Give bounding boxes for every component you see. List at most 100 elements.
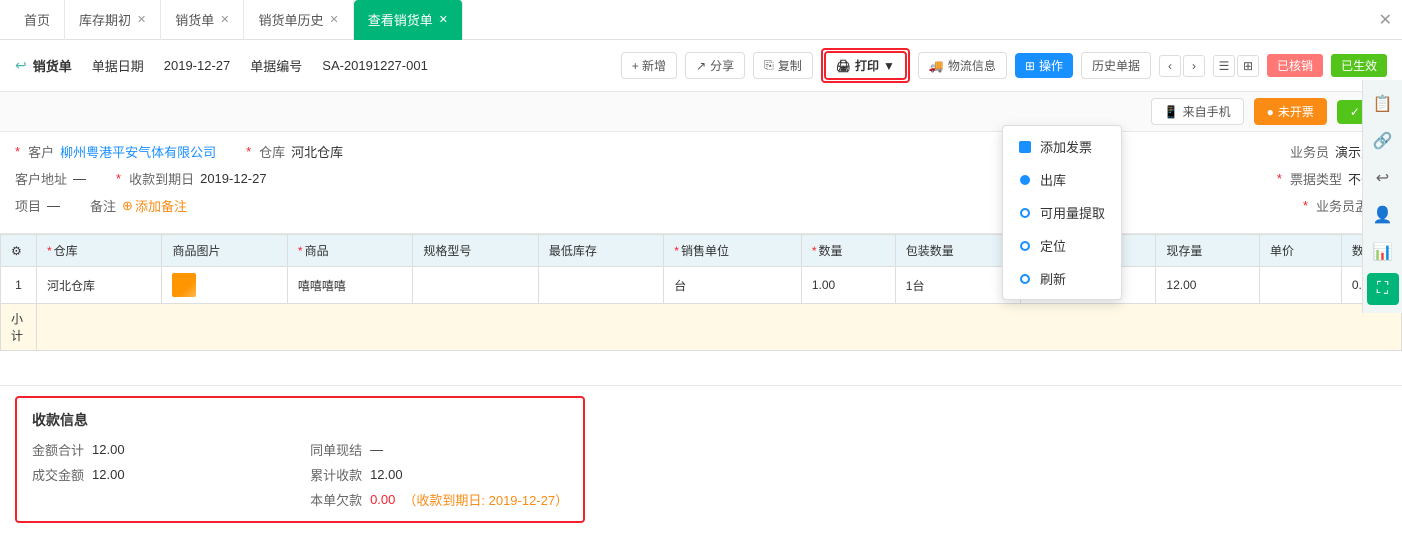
due-date-field: * 收款到期日 2019-12-27 [116, 169, 267, 188]
cumulative-row: 累计收款 12.00 [310, 465, 568, 484]
view-toggle: ☰ ⊞ [1213, 55, 1259, 77]
row-warehouse: 河北仓库 [37, 267, 162, 304]
tab-sales-close[interactable]: ✕ [220, 13, 229, 26]
add-invoice-item[interactable]: 添加发票 [1003, 130, 1121, 163]
total-row: 金额合计 12.00 [32, 440, 290, 459]
refresh-item[interactable]: 刷新 [1003, 262, 1121, 295]
tab-inventory-close[interactable]: ✕ [137, 13, 146, 26]
locate-icon [1018, 239, 1032, 253]
data-table: ⚙ *仓库 商品图片 *商品 规格型号 最低库存 *销售单位 *数量 包装数量 … [0, 234, 1402, 351]
transaction-row: 成交金额 12.00 [32, 465, 290, 484]
print-arrow: ▼ [883, 59, 895, 73]
subtotal-row: 小计 [1, 304, 1402, 351]
transaction-value: 12.00 [92, 467, 125, 482]
sidebar-icon-1[interactable]: 📋 [1367, 88, 1399, 120]
invoice-icon: ● [1267, 105, 1274, 119]
tab-view-sales[interactable]: 查看销货单 ✕ [354, 0, 463, 40]
doc-header: ↩ 销货单 单据日期 2019-12-27 单据编号 SA-20191227-0… [0, 40, 1402, 92]
settlement-value: — [370, 442, 383, 457]
current-due-value: 0.00 [370, 492, 395, 507]
note-label: 备注 [90, 196, 116, 215]
staff2-label: 业务员盂 [1316, 196, 1368, 215]
current-due-row: 本单欠款 0.00 （收款到期日: 2019-12-27） [310, 490, 568, 509]
col-current-stock: 现存量 [1156, 235, 1260, 267]
not-open-btn[interactable]: ● 未开票 [1254, 98, 1327, 125]
tab-sales-label: 销货单 [175, 10, 214, 29]
tab-sales-history[interactable]: 销货单历史 ✕ [244, 0, 353, 40]
sidebar-icon-6[interactable]: ⛶ [1367, 273, 1399, 305]
date-value: 2019-12-27 [164, 58, 231, 73]
warehouse-field: * 仓库 河北仓库 [246, 142, 343, 161]
number-label: 单据编号 [250, 56, 302, 75]
grid-view-btn[interactable]: ⊞ [1237, 55, 1259, 77]
sold-badge[interactable]: 已核销 [1267, 54, 1323, 77]
phone-icon: 📱 [1164, 105, 1179, 119]
cumulative-label: 累计收款 [310, 465, 362, 484]
total-value: 12.00 [92, 442, 125, 457]
ticket-label: 票据类型 [1290, 169, 1342, 188]
history-button[interactable]: 历史单据 [1081, 52, 1151, 79]
settlement-label: 同单现结 [310, 440, 362, 459]
list-view-btn[interactable]: ☰ [1213, 55, 1235, 77]
row-spec [413, 267, 538, 304]
print-button[interactable]: 🖨 打印 ▼ [824, 51, 907, 80]
tab-sales-order[interactable]: 销货单 ✕ [161, 0, 244, 40]
address-field: 客户地址 — [15, 169, 86, 188]
tab-home[interactable]: 首页 [10, 0, 65, 40]
col-sales-unit: *销售单位 [664, 235, 802, 267]
next-arrow[interactable]: › [1183, 55, 1205, 77]
sidebar-icon-5[interactable]: 📊 [1367, 236, 1399, 268]
prev-arrow[interactable]: ‹ [1159, 55, 1181, 77]
outbound-label: 出库 [1040, 170, 1066, 189]
due-date-value: 2019-12-27 [200, 171, 267, 186]
available-extract-label: 可用量提取 [1040, 203, 1105, 222]
share-icon: ↗ [696, 59, 706, 73]
form-section: * 客户 柳州粤港平安气体有限公司 * 仓库 河北仓库 业务员 演示账号 客户地… [0, 132, 1402, 234]
tab-history-close[interactable]: ✕ [330, 13, 339, 26]
tab-history-label: 销货单历史 [258, 10, 323, 29]
operations-button[interactable]: ⊞ 操作 [1015, 53, 1073, 78]
tab-inventory-init[interactable]: 库存期初 ✕ [65, 0, 161, 40]
warehouse-value: 河北仓库 [291, 142, 343, 161]
tab-view-close[interactable]: ✕ [439, 13, 448, 26]
share-button[interactable]: ↗ 分享 [685, 52, 745, 79]
customer-field: * 客户 柳州粤港平安气体有限公司 [15, 142, 216, 161]
customer-value[interactable]: 柳州粤港平安气体有限公司 [60, 142, 216, 161]
check-icon: ✓ [1350, 105, 1360, 119]
form-row-2: 客户地址 — * 收款到期日 2019-12-27 * 票据类型 不开票 [15, 169, 1387, 188]
plus-icon: ⊕ [122, 198, 133, 214]
outbound-item[interactable]: 出库 [1003, 163, 1121, 196]
toolbar-row: 📱 来自手机 ● 未开票 ✓ ✓ [0, 92, 1402, 132]
add-note-btn[interactable]: ⊕ 添加备注 [122, 196, 187, 215]
warehouse-required: * [246, 144, 251, 159]
window-close-button[interactable]: ✕ [1379, 10, 1392, 30]
customer-required: * [15, 144, 20, 159]
warehouse-label: 仓库 [259, 142, 285, 161]
subtotal-label: 小计 [1, 304, 37, 351]
table-section: ⚙ *仓库 商品图片 *商品 规格型号 最低库存 *销售单位 *数量 包装数量 … [0, 234, 1402, 385]
staff2-required: * [1303, 198, 1308, 213]
sidebar-icon-3[interactable]: ↩ [1367, 162, 1399, 194]
subtotal-data [37, 304, 1402, 351]
product-image [172, 273, 196, 297]
copy-button[interactable]: ⎘ 复制 [753, 52, 813, 79]
row-num: 1 [1, 267, 37, 304]
col-settings[interactable]: ⚙ [1, 235, 37, 267]
add-invoice-icon [1018, 140, 1032, 154]
effective-badge[interactable]: 已生效 [1331, 54, 1387, 77]
available-extract-item[interactable]: 可用量提取 [1003, 196, 1121, 229]
new-button[interactable]: + 新增 [621, 52, 677, 79]
from-phone-btn[interactable]: 📱 来自手机 [1151, 98, 1244, 125]
cumulative-value: 12.00 [370, 467, 403, 482]
address-value: — [73, 171, 86, 186]
tab-home-label: 首页 [24, 10, 50, 29]
locate-label: 定位 [1040, 236, 1066, 255]
locate-item[interactable]: 定位 [1003, 229, 1121, 262]
table-row: 1 河北仓库 嘻嘻嘻嘻 台 1.00 1台 12.00 [1, 267, 1402, 304]
sidebar-icon-2[interactable]: 🔗 [1367, 125, 1399, 157]
form-row-1: * 客户 柳州粤港平安气体有限公司 * 仓库 河北仓库 业务员 演示账号 [15, 142, 1387, 161]
sidebar-icon-4[interactable]: 👤 [1367, 199, 1399, 231]
col-quantity: *数量 [801, 235, 895, 267]
doc-icon: ↩ [15, 57, 27, 74]
logistics-button[interactable]: 🚚 物流信息 [918, 52, 1007, 79]
